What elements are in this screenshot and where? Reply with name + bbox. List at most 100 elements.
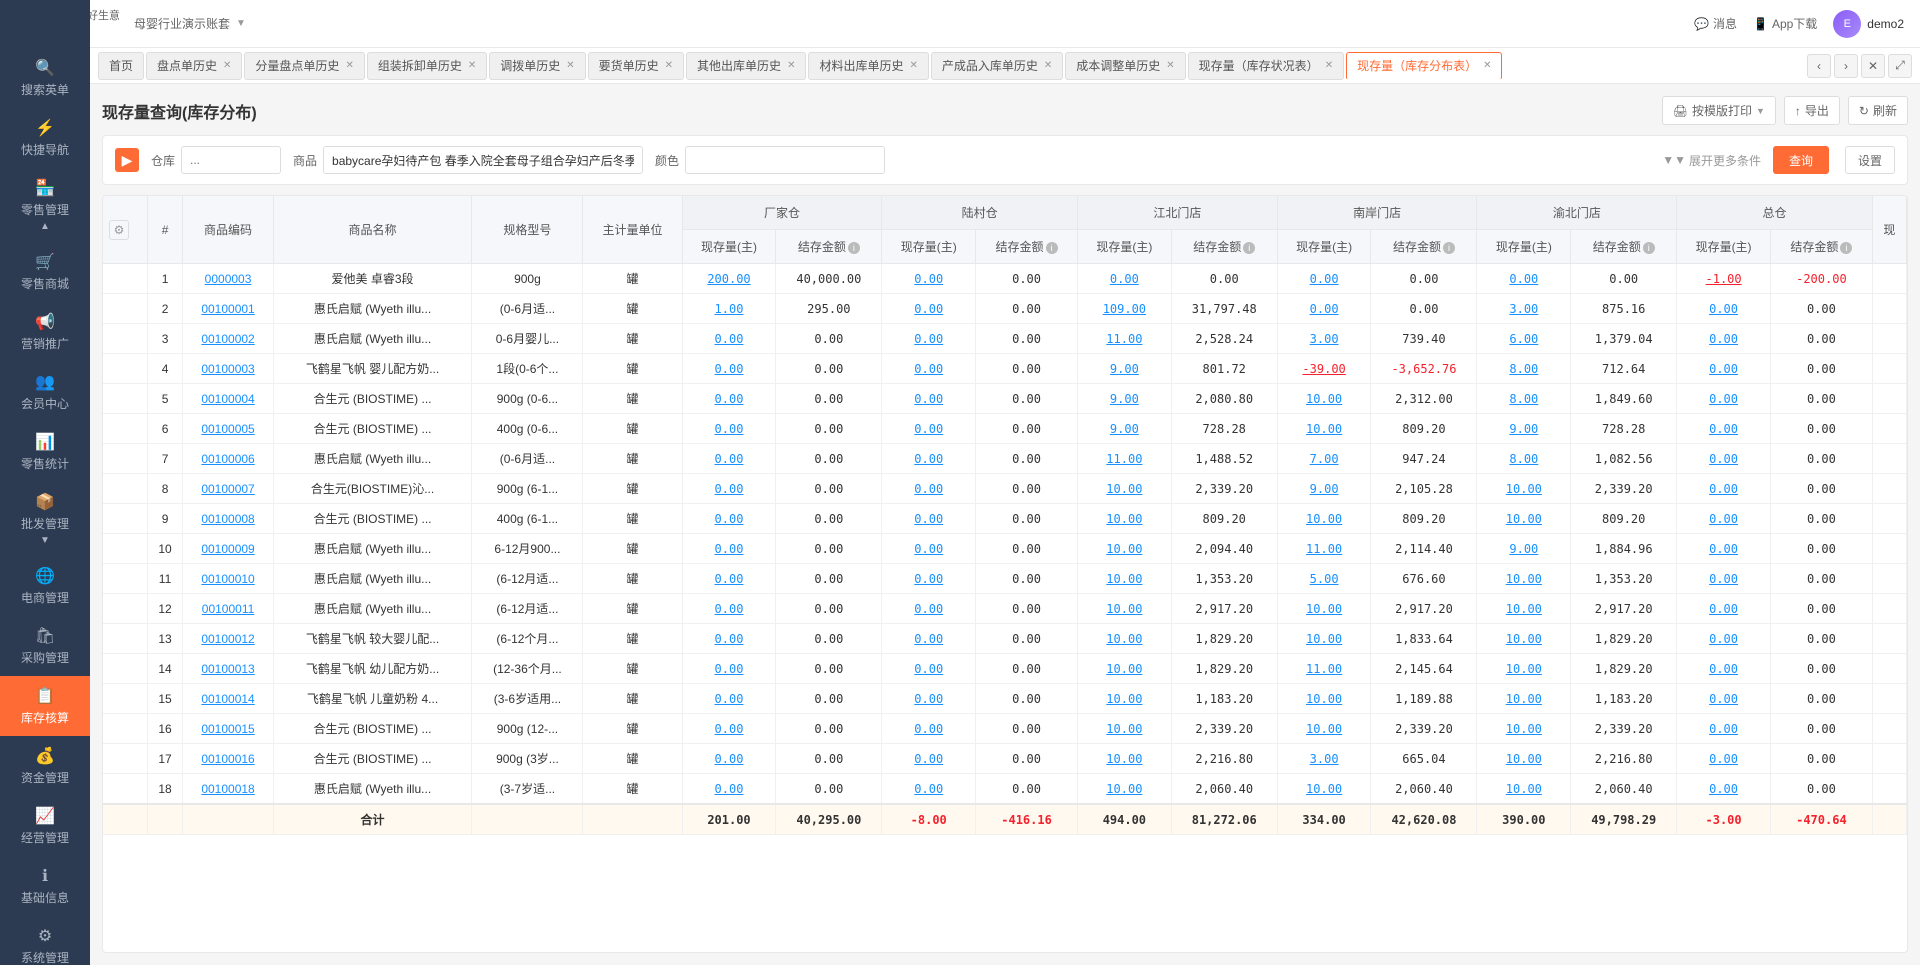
sidebar-item-purchase[interactable]: 🛍 采购管理 [0, 616, 90, 676]
sidebar-item-operation[interactable]: 📈 经营管理 [0, 796, 90, 856]
td-yubei-current[interactable]: 10.00 [1477, 714, 1571, 744]
sidebar-item-ecommerce[interactable]: 🌐 电商管理 [0, 556, 90, 616]
td-lucun-current[interactable]: 0.00 [882, 744, 976, 774]
td-total-current[interactable]: 0.00 [1677, 654, 1771, 684]
settings-icon[interactable]: ⚙ [109, 220, 129, 240]
td-jiangbei-current[interactable]: 10.00 [1078, 744, 1172, 774]
td-total-current[interactable]: 0.00 [1677, 324, 1771, 354]
td-changjia-current[interactable]: 0.00 [682, 324, 776, 354]
td-changjia-current[interactable]: 0.00 [682, 474, 776, 504]
td-jiangbei-current[interactable]: 10.00 [1078, 564, 1172, 594]
td-jiangbei-current[interactable]: 10.00 [1078, 774, 1172, 805]
tab-close-icon[interactable]: ✕ [1483, 60, 1491, 71]
td-total-current[interactable]: 0.00 [1677, 564, 1771, 594]
tab-material-out[interactable]: 材料出库单历史 ✕ [808, 52, 928, 80]
td-nanan-current[interactable]: 10.00 [1277, 774, 1371, 805]
info-icon[interactable]: i [1643, 242, 1655, 254]
td-changjia-current[interactable]: 0.00 [682, 774, 776, 805]
td-yubei-current[interactable]: 0.00 [1477, 264, 1571, 294]
refresh-btn[interactable]: ↻ 刷新 [1848, 96, 1908, 125]
td-total-current[interactable]: 0.00 [1677, 474, 1771, 504]
td-total-current[interactable]: 0.00 [1677, 534, 1771, 564]
tab-requisition[interactable]: 要货单历史 ✕ [588, 52, 684, 80]
sidebar-item-marketing[interactable]: 📢 营销推广 [0, 302, 90, 362]
td-lucun-current[interactable]: 0.00 [882, 684, 976, 714]
td-nanan-current[interactable]: 3.00 [1277, 324, 1371, 354]
td-yubei-current[interactable]: 10.00 [1477, 594, 1571, 624]
info-icon[interactable]: i [848, 242, 860, 254]
td-lucun-current[interactable]: 0.00 [882, 414, 976, 444]
td-code[interactable]: 00100011 [183, 594, 273, 624]
filter-expand-btn[interactable]: ▶ [115, 148, 139, 172]
td-total-current[interactable]: 0.00 [1677, 594, 1771, 624]
td-jiangbei-current[interactable]: 11.00 [1078, 324, 1172, 354]
user-area[interactable]: E demo2 [1833, 10, 1904, 38]
td-code[interactable]: 00100016 [183, 744, 273, 774]
tab-next-btn[interactable]: › [1834, 54, 1858, 78]
td-code[interactable]: 00100003 [183, 354, 273, 384]
td-jiangbei-current[interactable]: 9.00 [1078, 384, 1172, 414]
tab-close-icon[interactable]: ✕ [909, 60, 917, 71]
sidebar-item-inventory[interactable]: 📋 库存核算 [0, 676, 90, 736]
td-jiangbei-current[interactable]: 9.00 [1078, 354, 1172, 384]
tab-stock-status[interactable]: 现存量（库存状况表） ✕ [1188, 52, 1344, 80]
td-changjia-current[interactable]: 0.00 [682, 444, 776, 474]
info-icon[interactable]: i [1840, 242, 1852, 254]
table-container[interactable]: ⚙ # 商品编码 商品名称 规格型号 主计量单位 厂家仓 陆村仓 江北门店 南岸… [102, 195, 1908, 953]
td-nanan-current[interactable]: 10.00 [1277, 684, 1371, 714]
td-yubei-current[interactable]: 8.00 [1477, 354, 1571, 384]
td-jiangbei-current[interactable]: 10.00 [1078, 654, 1172, 684]
td-nanan-current[interactable]: 11.00 [1277, 654, 1371, 684]
td-yubei-current[interactable]: 10.00 [1477, 564, 1571, 594]
sidebar-item-system[interactable]: ⚙ 系统管理 [0, 916, 90, 965]
td-nanan-current[interactable]: -39.00 [1277, 354, 1371, 384]
tab-close-icon[interactable]: ✕ [566, 60, 574, 71]
td-code[interactable]: 00100002 [183, 324, 273, 354]
td-code[interactable]: 00100015 [183, 714, 273, 744]
td-changjia-current[interactable]: 0.00 [682, 354, 776, 384]
td-yubei-current[interactable]: 10.00 [1477, 624, 1571, 654]
td-code[interactable]: 00100004 [183, 384, 273, 414]
tab-close-icon[interactable]: ✕ [665, 60, 673, 71]
message-btn[interactable]: 💬 消息 [1694, 15, 1737, 32]
td-total-current[interactable]: -1.00 [1677, 264, 1771, 294]
td-code[interactable]: 00100001 [183, 294, 273, 324]
td-lucun-current[interactable]: 0.00 [882, 384, 976, 414]
td-nanan-current[interactable]: 3.00 [1277, 744, 1371, 774]
tab-close-icon[interactable]: ✕ [468, 60, 476, 71]
app-download-btn[interactable]: 📱 App下载 [1753, 15, 1817, 32]
td-code[interactable]: 0000003 [183, 264, 273, 294]
td-lucun-current[interactable]: 0.00 [882, 564, 976, 594]
td-total-current[interactable]: 0.00 [1677, 714, 1771, 744]
sidebar-item-retail-mgmt[interactable]: 🏪 零售管理 ▲ [0, 168, 90, 242]
td-total-current[interactable]: 0.00 [1677, 444, 1771, 474]
query-button[interactable]: 查询 [1773, 146, 1829, 174]
td-yubei-current[interactable]: 9.00 [1477, 414, 1571, 444]
td-lucun-current[interactable]: 0.00 [882, 594, 976, 624]
td-lucun-current[interactable]: 0.00 [882, 714, 976, 744]
dropdown-icon[interactable]: ▼ [236, 18, 246, 29]
tab-other-out[interactable]: 其他出库单历史 ✕ [686, 52, 806, 80]
setting-button[interactable]: 设置 [1845, 146, 1895, 174]
td-jiangbei-current[interactable]: 10.00 [1078, 714, 1172, 744]
td-lucun-current[interactable]: 0.00 [882, 774, 976, 805]
td-lucun-current[interactable]: 0.00 [882, 654, 976, 684]
td-nanan-current[interactable]: 0.00 [1277, 264, 1371, 294]
tab-inventory-single[interactable]: 盘点单历史 ✕ [146, 52, 242, 80]
th-settings[interactable]: ⚙ [103, 196, 147, 264]
td-changjia-current[interactable]: 200.00 [682, 264, 776, 294]
td-total-current[interactable]: 0.00 [1677, 384, 1771, 414]
td-yubei-current[interactable]: 8.00 [1477, 444, 1571, 474]
sidebar-item-retail-stats[interactable]: 📊 零售统计 [0, 422, 90, 482]
td-changjia-current[interactable]: 0.00 [682, 594, 776, 624]
info-icon[interactable]: i [1443, 242, 1455, 254]
td-jiangbei-current[interactable]: 109.00 [1078, 294, 1172, 324]
td-jiangbei-current[interactable]: 9.00 [1078, 414, 1172, 444]
td-code[interactable]: 00100010 [183, 564, 273, 594]
td-nanan-current[interactable]: 10.00 [1277, 624, 1371, 654]
td-total-current[interactable]: 0.00 [1677, 684, 1771, 714]
td-code[interactable]: 00100014 [183, 684, 273, 714]
tab-close-icon[interactable]: ✕ [1325, 60, 1333, 71]
td-code[interactable]: 00100018 [183, 774, 273, 805]
td-jiangbei-current[interactable]: 11.00 [1078, 444, 1172, 474]
